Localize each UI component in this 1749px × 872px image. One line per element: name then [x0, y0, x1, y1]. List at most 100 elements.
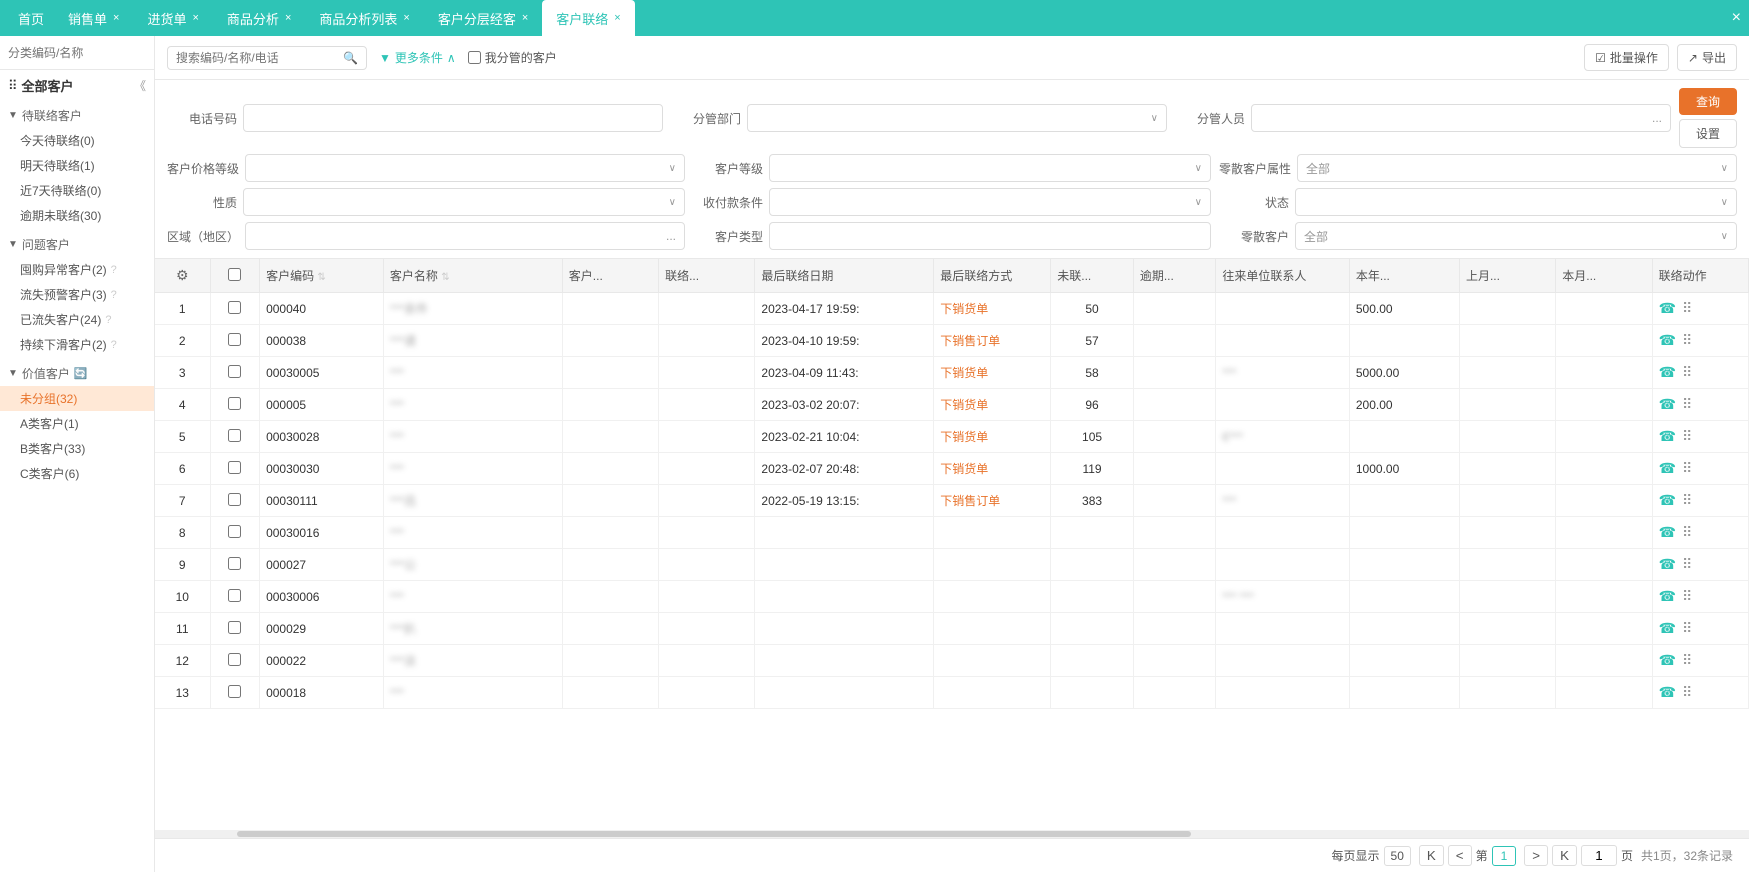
row-checkbox[interactable]: [228, 685, 241, 698]
contact-phone-icon[interactable]: ☎: [1659, 492, 1676, 509]
contact-phone-icon[interactable]: ☎: [1659, 460, 1676, 477]
nature-input[interactable]: ∨: [243, 188, 685, 216]
search-icon[interactable]: 🔍: [343, 51, 358, 65]
sidebar-group-value-title[interactable]: ▼ 价值客户 🔄: [0, 361, 154, 386]
contact-phone-icon[interactable]: ☎: [1659, 332, 1676, 349]
manager-dots-icon[interactable]: ...: [1652, 111, 1662, 125]
contact-phone-icon[interactable]: ☎: [1659, 364, 1676, 381]
query-button[interactable]: 查询: [1679, 88, 1737, 115]
prev-page-btn[interactable]: <: [1448, 845, 1472, 866]
col-code-header[interactable]: 客户编码 ⇅: [260, 259, 384, 293]
region-dots-icon[interactable]: ...: [666, 229, 676, 243]
sidebar-item-ungroup[interactable]: 未分组(32): [0, 386, 154, 411]
row-checkbox[interactable]: [228, 589, 241, 602]
row-checkbox[interactable]: [228, 397, 241, 410]
jump-page-input[interactable]: [1581, 845, 1617, 866]
region-input[interactable]: ...: [245, 222, 685, 250]
more-action-icon[interactable]: ⠿: [1682, 492, 1692, 509]
sidebar-item-churned[interactable]: 已流失客户(24) ?: [0, 307, 154, 332]
col-name-header[interactable]: 客户名称 ⇅: [383, 259, 562, 293]
last-way-link[interactable]: 下销货单: [940, 430, 988, 444]
sidebar-search-input[interactable]: [8, 46, 155, 60]
last-page-btn[interactable]: K: [1552, 845, 1577, 866]
more-action-icon[interactable]: ⠿: [1682, 620, 1692, 637]
row-checkbox[interactable]: [228, 557, 241, 570]
tab-customer-contact[interactable]: 客户联络 ×: [542, 0, 634, 36]
more-action-icon[interactable]: ⠿: [1682, 364, 1692, 381]
sidebar-item-a-class[interactable]: A类客户(1): [0, 411, 154, 436]
tab-product-list[interactable]: 商品分析列表 ×: [305, 0, 423, 36]
window-close-icon[interactable]: ×: [1732, 9, 1741, 27]
sidebar-item-churn-warning[interactable]: 流失预警客户(3) ?: [0, 282, 154, 307]
contact-phone-icon[interactable]: ☎: [1659, 300, 1676, 317]
tab-home[interactable]: 首页: [8, 0, 54, 36]
sidebar-item-tomorrow[interactable]: 明天待联络(1): [0, 153, 154, 178]
contact-phone-icon[interactable]: ☎: [1659, 428, 1676, 445]
retail-customer-input[interactable]: 全部 ∨: [1295, 222, 1737, 250]
row-checkbox[interactable]: [228, 653, 241, 666]
contact-phone-icon[interactable]: ☎: [1659, 620, 1676, 637]
sidebar-item-7days[interactable]: 近7天待联络(0): [0, 178, 154, 203]
last-way-link[interactable]: 下销货单: [940, 366, 988, 380]
more-action-icon[interactable]: ⠿: [1682, 684, 1692, 701]
manager-input[interactable]: ...: [1251, 104, 1671, 132]
sidebar-item-declining[interactable]: 持续下滑客户(2) ?: [0, 332, 154, 357]
phone-input[interactable]: [243, 104, 663, 132]
page-size-value[interactable]: 50: [1384, 846, 1411, 866]
more-conditions-btn[interactable]: ▼ 更多条件 ∧: [379, 49, 456, 66]
sidebar-item-c-class[interactable]: C类客户(6): [0, 461, 154, 486]
batch-operate-btn[interactable]: ☑ 批量操作: [1584, 44, 1669, 71]
tab-customer-contact-close[interactable]: ×: [614, 12, 620, 24]
horizontal-scrollbar[interactable]: [155, 830, 1749, 838]
more-action-icon[interactable]: ⠿: [1682, 396, 1692, 413]
tab-purchase-close[interactable]: ×: [192, 12, 198, 24]
more-action-icon[interactable]: ⠿: [1682, 428, 1692, 445]
sidebar-item-overdue[interactable]: 逾期未联络(30): [0, 203, 154, 228]
row-checkbox[interactable]: [228, 461, 241, 474]
more-action-icon[interactable]: ⠿: [1682, 460, 1692, 477]
tab-customer-segment-close[interactable]: ×: [522, 12, 528, 24]
more-action-icon[interactable]: ⠿: [1682, 652, 1692, 669]
contact-phone-icon[interactable]: ☎: [1659, 396, 1676, 413]
last-way-link[interactable]: 下销货单: [940, 302, 988, 316]
contact-phone-icon[interactable]: ☎: [1659, 588, 1676, 605]
payment-input[interactable]: ∨: [769, 188, 1211, 216]
contact-phone-icon[interactable]: ☎: [1659, 652, 1676, 669]
row-checkbox[interactable]: [228, 493, 241, 506]
settings-icon[interactable]: ⚙: [176, 267, 189, 283]
department-input[interactable]: ∨: [747, 104, 1167, 132]
sidebar-item-b-class[interactable]: B类客户(33): [0, 436, 154, 461]
tab-product-list-close[interactable]: ×: [403, 12, 409, 24]
tab-purchase[interactable]: 进货单 ×: [133, 0, 212, 36]
search-input[interactable]: [176, 51, 343, 65]
row-checkbox[interactable]: [228, 301, 241, 314]
sidebar-group-pending-title[interactable]: ▼ 待联络客户: [0, 103, 154, 128]
customer-level-input[interactable]: ∨: [769, 154, 1211, 182]
contact-phone-icon[interactable]: ☎: [1659, 556, 1676, 573]
first-page-btn[interactable]: K: [1419, 845, 1444, 866]
sidebar-collapse-icon[interactable]: 《: [134, 77, 146, 94]
more-action-icon[interactable]: ⠿: [1682, 332, 1692, 349]
row-checkbox[interactable]: [228, 525, 241, 538]
sidebar-item-hoarding[interactable]: 囤购异常客户(2) ?: [0, 257, 154, 282]
row-checkbox[interactable]: [228, 621, 241, 634]
last-way-link[interactable]: 下销售订单: [940, 334, 1000, 348]
more-action-icon[interactable]: ⠿: [1682, 300, 1692, 317]
scrollbar-thumb[interactable]: [237, 831, 1191, 837]
row-checkbox[interactable]: [228, 365, 241, 378]
tab-sales-close[interactable]: ×: [113, 12, 119, 24]
my-customers-checkbox[interactable]: [468, 51, 481, 64]
export-btn[interactable]: ↗ 导出: [1677, 44, 1737, 71]
status-input[interactable]: ∨: [1295, 188, 1737, 216]
select-all-checkbox[interactable]: [228, 268, 241, 281]
last-way-link[interactable]: 下销售订单: [940, 494, 1000, 508]
row-checkbox[interactable]: [228, 333, 241, 346]
value-refresh-icon[interactable]: 🔄: [74, 367, 88, 380]
last-way-link[interactable]: 下销货单: [940, 398, 988, 412]
reset-button[interactable]: 设置: [1679, 119, 1737, 148]
sidebar-item-today[interactable]: 今天待联络(0): [0, 128, 154, 153]
more-action-icon[interactable]: ⠿: [1682, 524, 1692, 541]
tab-sales[interactable]: 销售单 ×: [54, 0, 133, 36]
row-checkbox[interactable]: [228, 429, 241, 442]
more-action-icon[interactable]: ⠿: [1682, 556, 1692, 573]
